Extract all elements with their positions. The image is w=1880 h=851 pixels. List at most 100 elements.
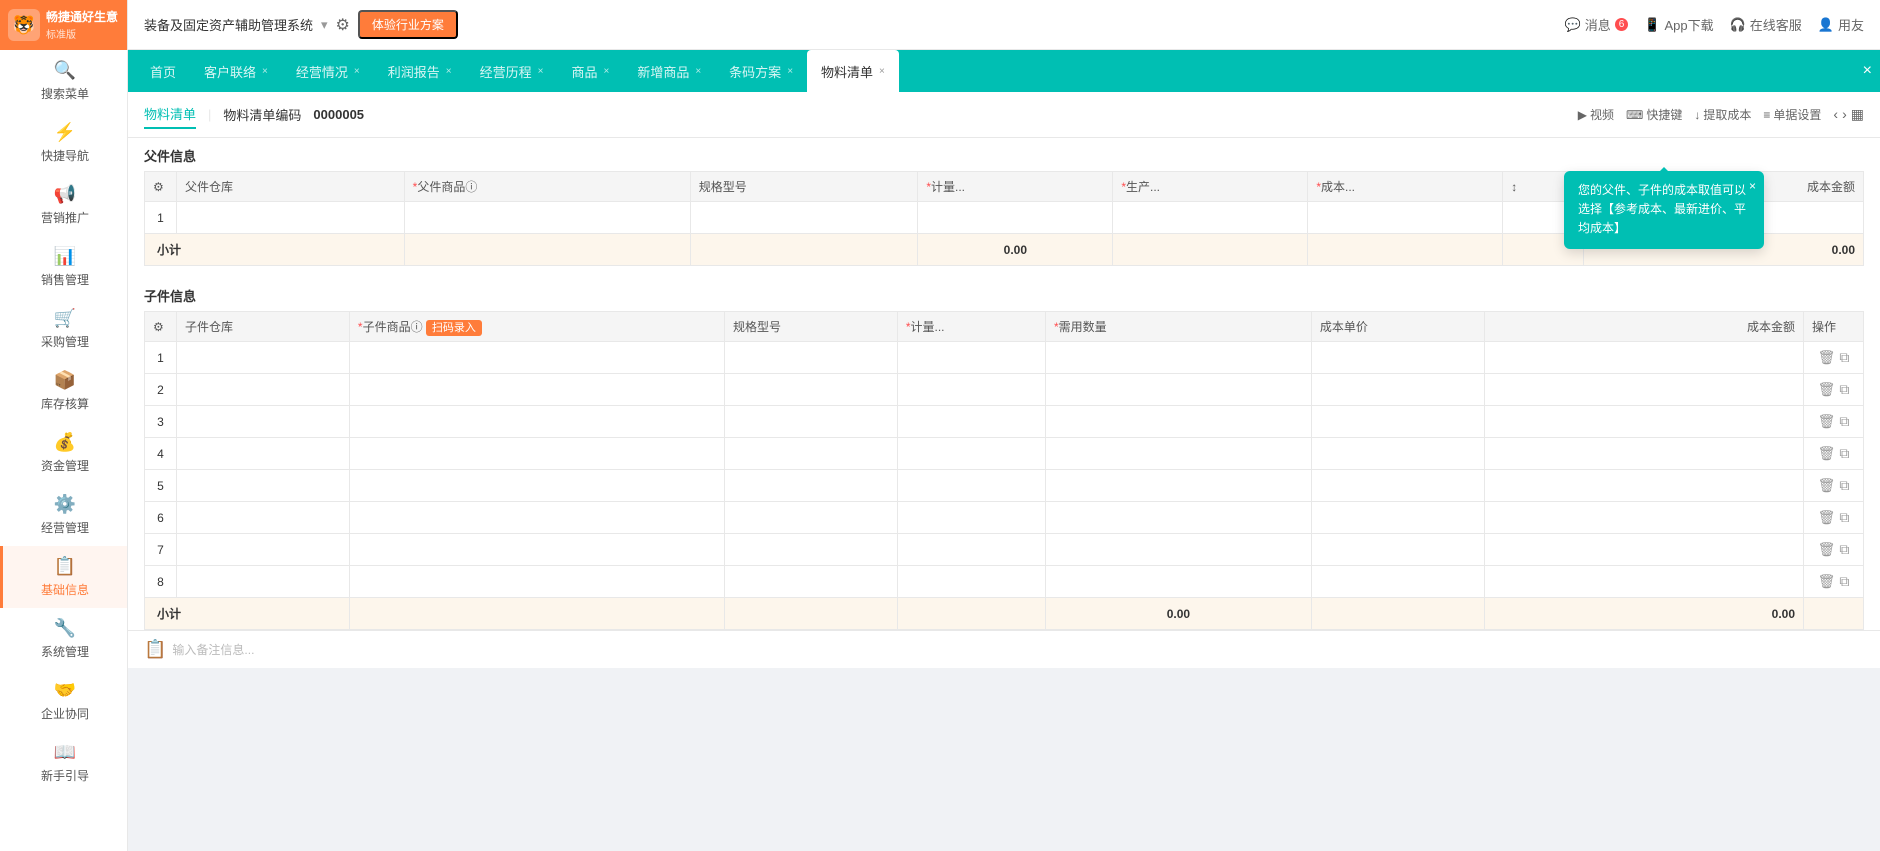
sidebar-item-sales[interactable]: 📊 销售管理 bbox=[0, 236, 127, 298]
child-unit-cell[interactable] bbox=[897, 502, 1045, 534]
sidebar-item-basic-info[interactable]: 📋 基础信息 bbox=[0, 546, 127, 608]
child-warehouse-cell[interactable] bbox=[177, 566, 350, 598]
child-unit-cell[interactable] bbox=[897, 342, 1045, 374]
trial-button[interactable]: 体验行业方案 bbox=[358, 10, 458, 39]
child-product-cell[interactable] bbox=[349, 374, 724, 406]
copy-icon[interactable]: ⧉ bbox=[1839, 349, 1849, 366]
extract-cost-action[interactable]: ↓ 提取成本 bbox=[1694, 106, 1751, 123]
delete-icon[interactable]: 🗑 bbox=[1818, 381, 1836, 398]
sidebar-item-quick-nav[interactable]: ⚡ 快捷导航 bbox=[0, 112, 127, 174]
child-spec-cell[interactable] bbox=[724, 566, 897, 598]
nav-next-icon[interactable]: › bbox=[1842, 106, 1847, 123]
message-item[interactable]: 💬 消息 6 bbox=[1565, 15, 1629, 34]
child-unit-cost-cell[interactable] bbox=[1311, 502, 1484, 534]
shortcut-action[interactable]: ⌨ 快捷键 bbox=[1626, 106, 1682, 123]
child-warehouse-cell[interactable] bbox=[177, 374, 350, 406]
child-spec-cell[interactable] bbox=[724, 342, 897, 374]
sidebar-item-enterprise[interactable]: 🤝 企业协同 bbox=[0, 670, 127, 732]
delete-icon[interactable]: 🗑 bbox=[1818, 541, 1836, 558]
child-product-cell[interactable] bbox=[349, 438, 724, 470]
parent-unit-cell[interactable] bbox=[918, 202, 1113, 234]
app-download-item[interactable]: 📱 App下载 bbox=[1644, 15, 1713, 34]
copy-icon[interactable]: ⧉ bbox=[1839, 541, 1849, 558]
nav-prev-icon[interactable]: ‹ bbox=[1833, 106, 1838, 123]
parent-cost-cell[interactable] bbox=[1308, 202, 1503, 234]
child-unit-cost-cell[interactable] bbox=[1311, 374, 1484, 406]
user-item[interactable]: 👤 用友 bbox=[1818, 15, 1864, 34]
parent-product-cell[interactable] bbox=[404, 202, 690, 234]
delete-icon[interactable]: 🗑 bbox=[1818, 573, 1836, 590]
tab-bom[interactable]: 物料清单 × bbox=[807, 50, 899, 92]
sidebar-item-marketing[interactable]: 📢 营销推广 bbox=[0, 174, 127, 236]
system-dropdown-icon[interactable]: ▾ bbox=[321, 17, 328, 33]
child-quantity-cell[interactable] bbox=[1045, 534, 1311, 566]
child-warehouse-cell[interactable] bbox=[177, 534, 350, 566]
online-service-item[interactable]: 🎧 在线客服 bbox=[1730, 15, 1802, 34]
child-spec-cell[interactable] bbox=[724, 438, 897, 470]
tab-customer-close[interactable]: × bbox=[262, 66, 268, 77]
child-quantity-cell[interactable] bbox=[1045, 566, 1311, 598]
copy-icon[interactable]: ⧉ bbox=[1839, 381, 1849, 398]
child-product-cell[interactable] bbox=[349, 534, 724, 566]
settings-icon[interactable]: ⚙ bbox=[336, 15, 350, 35]
child-quantity-cell[interactable] bbox=[1045, 374, 1311, 406]
child-quantity-cell[interactable] bbox=[1045, 438, 1311, 470]
note-placeholder[interactable]: 输入备注信息... bbox=[172, 641, 254, 658]
copy-icon[interactable]: ⧉ bbox=[1839, 509, 1849, 526]
child-unit-cell[interactable] bbox=[897, 534, 1045, 566]
tab-goods[interactable]: 商品 × bbox=[557, 50, 623, 92]
child-spec-cell[interactable] bbox=[724, 470, 897, 502]
delete-icon[interactable]: 🗑 bbox=[1818, 445, 1836, 462]
tab-history-close[interactable]: × bbox=[538, 66, 544, 77]
child-product-cell[interactable] bbox=[349, 566, 724, 598]
tab-profit[interactable]: 利润报告 × bbox=[374, 50, 466, 92]
copy-icon[interactable]: ⧉ bbox=[1839, 573, 1849, 590]
child-unit-cell[interactable] bbox=[897, 406, 1045, 438]
child-unit-cost-cell[interactable] bbox=[1311, 406, 1484, 438]
tab-bom-close[interactable]: × bbox=[879, 66, 885, 77]
sub-tab-bom-list[interactable]: 物料清单 bbox=[144, 100, 196, 129]
nav-close-all[interactable]: × bbox=[1863, 62, 1872, 80]
sidebar-item-inventory[interactable]: 📦 库存核算 bbox=[0, 360, 127, 422]
child-unit-cell[interactable] bbox=[897, 438, 1045, 470]
copy-icon[interactable]: ⧉ bbox=[1839, 477, 1849, 494]
tab-barcode[interactable]: 条码方案 × bbox=[715, 50, 807, 92]
child-col-settings[interactable]: ⚙ bbox=[145, 312, 177, 342]
parent-spec-cell[interactable] bbox=[690, 202, 918, 234]
child-product-cell[interactable] bbox=[349, 342, 724, 374]
tab-profit-close[interactable]: × bbox=[446, 66, 452, 77]
tab-goods-close[interactable]: × bbox=[603, 66, 609, 77]
sidebar-item-purchase[interactable]: 🛒 采购管理 bbox=[0, 298, 127, 360]
child-unit-cost-cell[interactable] bbox=[1311, 470, 1484, 502]
child-unit-cell[interactable] bbox=[897, 566, 1045, 598]
delete-icon[interactable]: 🗑 bbox=[1818, 349, 1836, 366]
child-unit-cell[interactable] bbox=[897, 374, 1045, 406]
child-quantity-cell[interactable] bbox=[1045, 406, 1311, 438]
sidebar-item-system[interactable]: 🔧 系统管理 bbox=[0, 608, 127, 670]
delete-icon[interactable]: 🗑 bbox=[1818, 477, 1836, 494]
child-warehouse-cell[interactable] bbox=[177, 438, 350, 470]
tab-operations-status[interactable]: 经营情况 × bbox=[282, 50, 374, 92]
child-quantity-cell[interactable] bbox=[1045, 342, 1311, 374]
tab-new-goods-close[interactable]: × bbox=[695, 66, 701, 77]
sidebar-item-operations[interactable]: ⚙️ 经营管理 bbox=[0, 484, 127, 546]
copy-icon[interactable]: ⧉ bbox=[1839, 413, 1849, 430]
child-warehouse-cell[interactable] bbox=[177, 502, 350, 534]
child-unit-cost-cell[interactable] bbox=[1311, 566, 1484, 598]
child-unit-cost-cell[interactable] bbox=[1311, 438, 1484, 470]
tab-history[interactable]: 经营历程 × bbox=[466, 50, 558, 92]
tab-home[interactable]: 首页 bbox=[136, 50, 190, 92]
child-product-cell[interactable] bbox=[349, 406, 724, 438]
child-spec-cell[interactable] bbox=[724, 406, 897, 438]
sidebar-item-guide[interactable]: 📖 新手引导 bbox=[0, 732, 127, 794]
parent-warehouse-cell[interactable] bbox=[177, 202, 405, 234]
sidebar-item-finance[interactable]: 💰 资金管理 bbox=[0, 422, 127, 484]
child-warehouse-cell[interactable] bbox=[177, 342, 350, 374]
child-unit-cell[interactable] bbox=[897, 470, 1045, 502]
child-unit-cost-cell[interactable] bbox=[1311, 534, 1484, 566]
parent-col-settings[interactable]: ⚙ bbox=[145, 172, 177, 202]
view-action[interactable]: ▶ 视频 bbox=[1578, 106, 1614, 123]
single-settings-action[interactable]: ≡ 单据设置 bbox=[1763, 106, 1821, 123]
tab-barcode-close[interactable]: × bbox=[787, 66, 793, 77]
child-product-cell[interactable] bbox=[349, 502, 724, 534]
